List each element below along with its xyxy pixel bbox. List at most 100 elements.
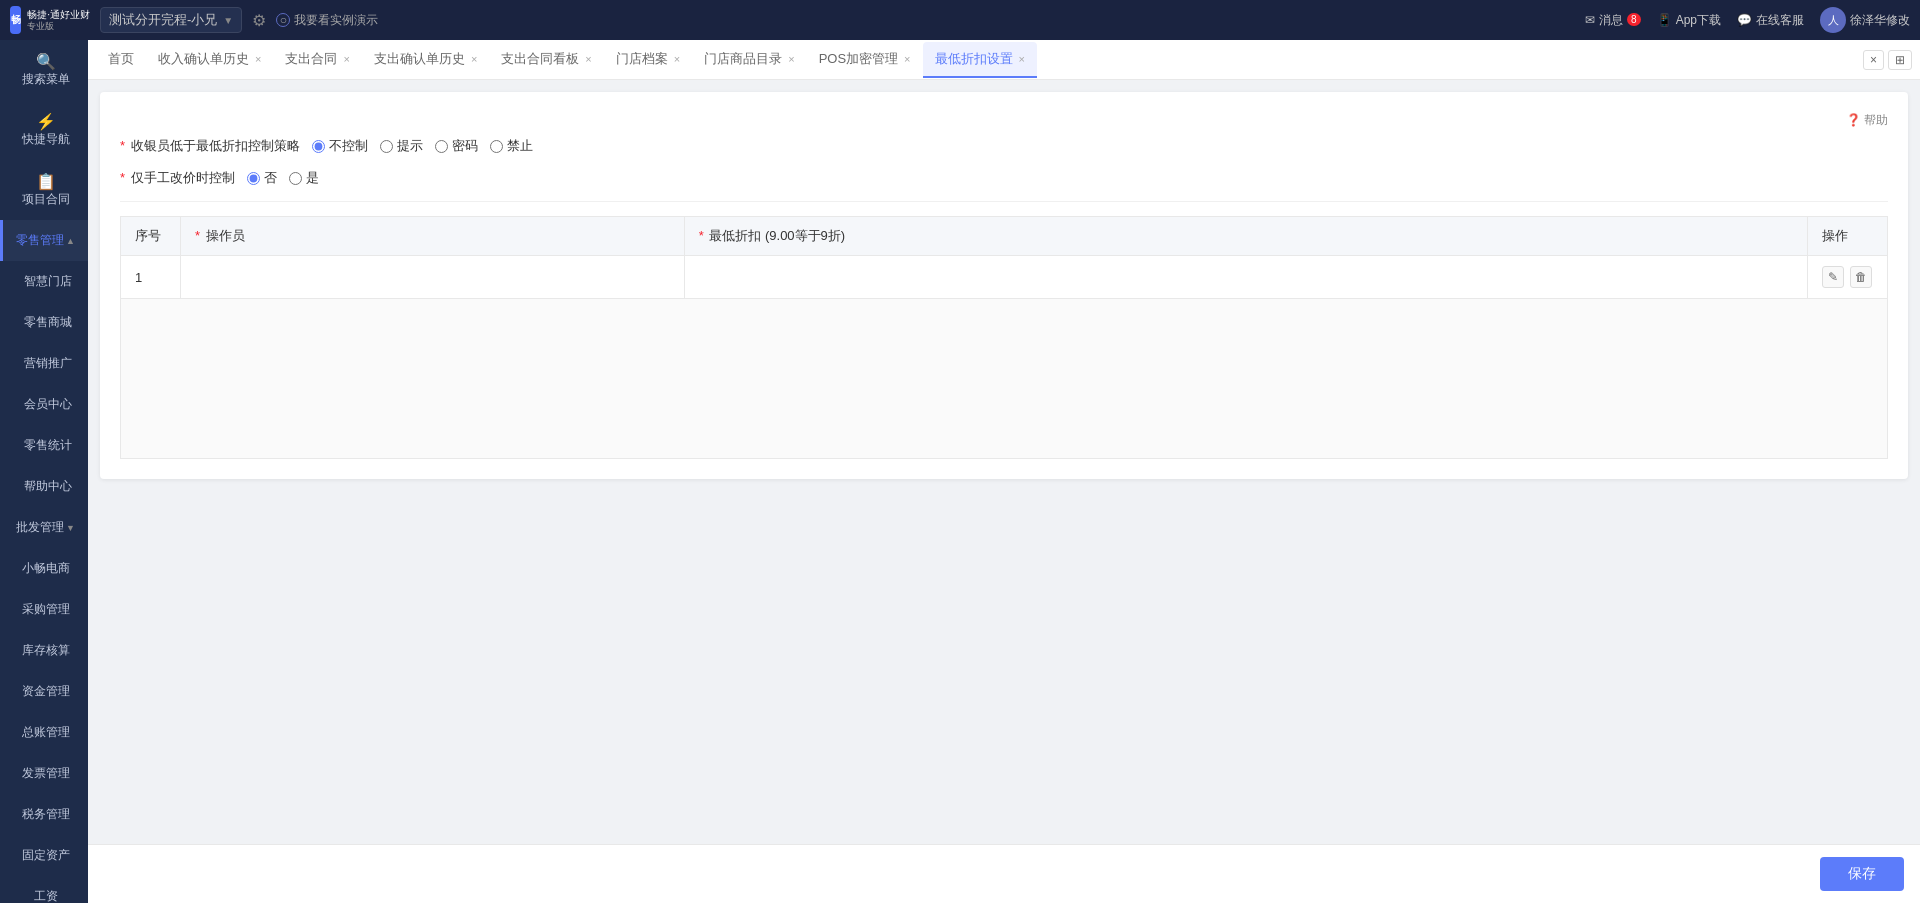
app-logo: 畅 畅捷·通好业财 专业版 [10,6,90,34]
form-row-strategy: * 收银员低于最低折扣控制策略 不控制 提示 [120,137,1888,155]
tab-min-discount[interactable]: 最低折扣设置 × [923,42,1037,78]
tab-store-profile-close[interactable]: × [674,53,680,65]
tab-expense-confirm-history-close[interactable]: × [471,53,477,65]
sidebar-item-ecommerce[interactable]: 小畅电商 [0,548,88,589]
required-mark-1: * [120,138,125,153]
radio-forbid[interactable]: 禁止 [490,137,533,155]
tab-expense-contract[interactable]: 支出合同 × [273,42,361,78]
sidebar-item-finance[interactable]: 资金管理 [0,671,88,712]
required-mark-2: * [120,170,125,185]
demo-link[interactable]: ○ 我要看实例演示 [276,12,378,29]
edit-icon[interactable]: ✎ [1822,266,1844,288]
sidebar-item-fixed-assets[interactable]: 固定资产 [0,835,88,876]
sidebar-item-help[interactable]: 帮助中心 [0,466,88,507]
radio-password[interactable]: 密码 [435,137,478,155]
sidebar-ecommerce-label: 小畅电商 [11,560,80,577]
table-section: 序号 * 操作员 * 最低折扣 (9.00等于9折) [120,216,1888,459]
radio-no-control[interactable]: 不控制 [312,137,368,155]
manual-price-radio-group: 否 是 [247,169,319,187]
tab-expense-contract-close[interactable]: × [343,53,349,65]
sidebar-item-purchase[interactable]: 采购管理 [0,589,88,630]
tab-more-button[interactable]: ⊞ [1888,50,1912,70]
tab-store-profile[interactable]: 门店档案 × [604,42,692,78]
tab-pos-encryption-close[interactable]: × [904,53,910,65]
page-container: ❓ 帮助 * 收银员低于最低折扣控制策略 不控制 [88,80,1920,844]
topbar-settings-icon[interactable]: ⚙ [252,11,266,30]
radio-no-control-input[interactable] [312,140,325,153]
tab-income-history[interactable]: 收入确认单历史 × [146,42,273,78]
sidebar-item-payroll[interactable]: 工资 [0,876,88,903]
sidebar-item-marketing[interactable]: 营销推广 [0,343,88,384]
sidebar-item-ledger[interactable]: 总账管理 [0,712,88,753]
sidebar-item-member-center[interactable]: 会员中心 [0,384,88,425]
project-selector[interactable]: 测试分开完程-小兄 ▼ [100,7,242,33]
project-dropdown-arrow: ▼ [223,15,233,26]
user-action[interactable]: 人 徐泽华修改 [1820,7,1910,33]
table-body: 1 ✎ [121,256,1888,459]
sidebar-item-project-contract[interactable]: 📋 项目合同 [0,160,88,220]
sidebar-ledger-label: 总账管理 [11,724,80,741]
sidebar-item-retail-stats[interactable]: 零售统计 [0,425,88,466]
sidebar-marketing-label: 营销推广 [15,355,80,372]
tab-store-catalog-close[interactable]: × [788,53,794,65]
tab-income-history-label: 收入确认单历史 [158,50,249,68]
radio-no-input[interactable] [247,172,260,185]
message-badge: 8 [1627,13,1641,26]
tab-expense-board[interactable]: 支出合同看板 × [489,42,603,78]
action-icons: ✎ 🗑 [1822,266,1873,288]
tab-expense-contract-label: 支出合同 [285,50,337,68]
radio-password-label: 密码 [452,137,478,155]
sidebar-project-label: 项目合同 [11,191,80,208]
radio-password-input[interactable] [435,140,448,153]
cell-min-discount[interactable] [684,256,1807,299]
save-button[interactable]: 保存 [1820,857,1904,891]
app-download-label: App下载 [1676,12,1721,29]
tab-home[interactable]: 首页 [96,42,146,78]
help-link[interactable]: ❓ 帮助 [1846,112,1888,129]
sidebar-item-wholesale[interactable]: 批发管理 ▼ [0,507,88,548]
radio-hint[interactable]: 提示 [380,137,423,155]
sidebar-item-invoice[interactable]: 发票管理 [0,753,88,794]
sidebar-retail-stats-label: 零售统计 [15,437,80,454]
radio-hint-input[interactable] [380,140,393,153]
cell-operator[interactable] [181,256,685,299]
retail-arrow-icon: ▲ [66,236,75,246]
tab-min-discount-close[interactable]: × [1019,53,1025,65]
sidebar-inventory-label: 库存核算 [11,642,80,659]
online-service-action[interactable]: 💬 在线客服 [1737,12,1804,29]
sidebar-item-smart-store[interactable]: 智慧门店 [0,261,88,302]
topbar-actions: ✉ 消息 8 📱 App下载 💬 在线客服 人 徐泽华修改 [1585,7,1910,33]
tab-expense-board-close[interactable]: × [585,53,591,65]
app-download-action[interactable]: 📱 App下载 [1657,12,1721,29]
logo-icon: 畅 [10,6,21,34]
tab-expense-confirm-history[interactable]: 支出确认单历史 × [362,42,489,78]
delete-icon[interactable]: 🗑 [1850,266,1872,288]
sidebar-purchase-label: 采购管理 [11,601,80,618]
page-footer: 保存 [88,844,1920,903]
strategy-label: * 收银员低于最低折扣控制策略 [120,137,300,155]
radio-yes-input[interactable] [289,172,302,185]
sidebar-item-search[interactable]: 🔍 搜索菜单 [0,40,88,100]
col-seq: 序号 [121,217,181,256]
tab-close-button[interactable]: × [1863,50,1884,70]
tab-home-label: 首页 [108,50,134,68]
tab-expense-confirm-history-label: 支出确认单历史 [374,50,465,68]
sidebar-item-tax[interactable]: 税务管理 [0,794,88,835]
sidebar-quicknav-label: 快捷导航 [11,131,80,148]
sidebar-item-retail-mall[interactable]: 零售商城 [0,302,88,343]
sidebar-item-inventory[interactable]: 库存核算 [0,630,88,671]
sidebar-smart-store-label: 智慧门店 [15,273,80,290]
tab-store-catalog[interactable]: 门店商品目录 × [692,42,806,78]
tab-income-history-close[interactable]: × [255,53,261,65]
tab-pos-encryption[interactable]: POS加密管理 × [807,42,923,78]
strategy-radio-group: 不控制 提示 密码 禁止 [312,137,533,155]
table-header: 序号 * 操作员 * 最低折扣 (9.00等于9折) [121,217,1888,256]
message-action[interactable]: ✉ 消息 8 [1585,12,1641,29]
radio-no[interactable]: 否 [247,169,277,187]
radio-forbid-input[interactable] [490,140,503,153]
sidebar-item-retail-management[interactable]: 零售管理 ▲ [0,220,88,261]
sidebar-item-quick-nav[interactable]: ⚡ 快捷导航 [0,100,88,160]
radio-yes[interactable]: 是 [289,169,319,187]
demo-circle-icon: ○ [276,13,290,27]
table-row: 1 ✎ [121,256,1888,299]
